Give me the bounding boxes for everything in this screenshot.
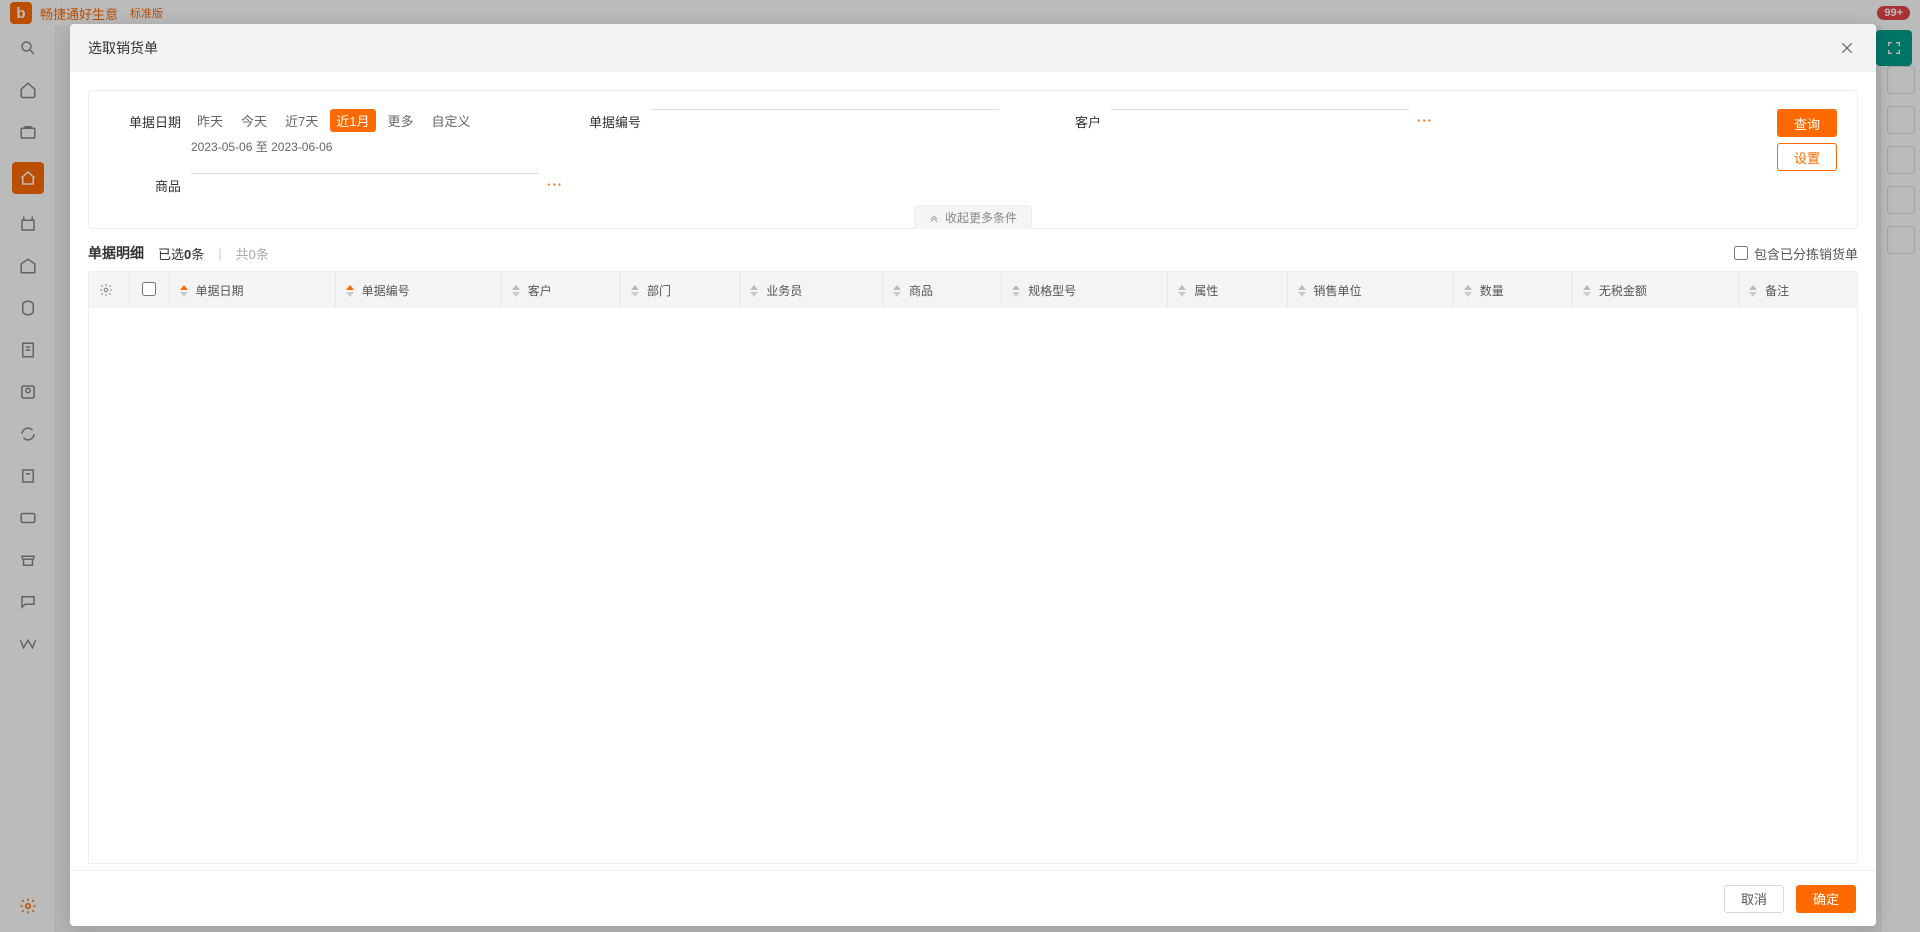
filter-actions: 查询 设置 — [1777, 109, 1837, 171]
col-header-4[interactable]: 业务员 — [740, 272, 883, 308]
select-all-header[interactable] — [129, 272, 169, 308]
col-header-11[interactable]: 备注 — [1739, 272, 1857, 308]
date-option-今天[interactable]: 今天 — [235, 109, 273, 132]
col-header-8[interactable]: 销售单位 — [1287, 272, 1453, 308]
modal-body: 单据日期 昨天今天近7天近1月更多自定义 2023-05-06 至 2023-0… — [70, 72, 1876, 870]
product-picker-icon[interactable]: ··· — [547, 177, 563, 192]
product-input[interactable]: ··· — [191, 173, 539, 174]
chevron-up-icon — [929, 213, 939, 223]
filter-customer: 客户 ··· — [1029, 109, 1409, 155]
include-split-checkbox[interactable] — [1734, 246, 1748, 260]
table-settings-header[interactable] — [89, 272, 129, 308]
filter-docno-label: 单据编号 — [569, 109, 641, 131]
col-header-1[interactable]: 单据编号 — [335, 272, 501, 308]
col-header-9[interactable]: 数量 — [1453, 272, 1572, 308]
docno-input[interactable] — [651, 109, 999, 110]
include-split-label: 包含已分拣销货单 — [1754, 244, 1858, 263]
filter-product: 商品 ··· — [109, 173, 539, 195]
col-header-2[interactable]: 客户 — [501, 272, 620, 308]
include-split-toggle[interactable]: 包含已分拣销货单 — [1734, 244, 1858, 263]
ok-button[interactable]: 确定 — [1796, 885, 1856, 913]
filter-docno: 单据编号 — [569, 109, 999, 155]
date-option-昨天[interactable]: 昨天 — [191, 109, 229, 132]
col-header-10[interactable]: 无税金额 — [1572, 272, 1738, 308]
date-option-近1月[interactable]: 近1月 — [330, 109, 375, 132]
customer-input[interactable]: ··· — [1111, 109, 1409, 110]
customer-picker-icon[interactable]: ··· — [1417, 113, 1433, 128]
col-header-5[interactable]: 商品 — [882, 272, 1001, 308]
filter-date-label: 单据日期 — [109, 109, 181, 131]
cancel-button[interactable]: 取消 — [1724, 885, 1784, 913]
date-option-自定义[interactable]: 自定义 — [426, 109, 477, 132]
date-separator: 至 — [256, 140, 268, 154]
filter-date: 单据日期 昨天今天近7天近1月更多自定义 2023-05-06 至 2023-0… — [109, 109, 539, 155]
table-wrap: 单据日期单据编号客户部门业务员商品规格型号属性销售单位数量无税金额备注 — [88, 271, 1858, 864]
select-all-checkbox[interactable] — [142, 282, 156, 296]
date-to: 2023-06-06 — [271, 140, 332, 154]
gear-icon — [99, 283, 113, 297]
date-option-近7天[interactable]: 近7天 — [279, 109, 324, 132]
col-header-0[interactable]: 单据日期 — [169, 272, 335, 308]
col-header-3[interactable]: 部门 — [621, 272, 740, 308]
col-header-7[interactable]: 属性 — [1168, 272, 1287, 308]
table-header-row: 单据日期单据编号客户部门业务员商品规格型号属性销售单位数量无税金额备注 — [89, 272, 1857, 308]
date-from: 2023-05-06 — [191, 140, 252, 154]
filter-customer-label: 客户 — [1029, 109, 1101, 131]
close-icon[interactable] — [1836, 37, 1858, 59]
results-table: 单据日期单据编号客户部门业务员商品规格型号属性销售单位数量无税金额备注 — [89, 272, 1857, 320]
filter-settings-button[interactable]: 设置 — [1777, 143, 1837, 171]
date-option-更多[interactable]: 更多 — [382, 109, 420, 132]
date-range: 2023-05-06 至 2023-06-06 — [191, 138, 539, 155]
filter-product-label: 商品 — [109, 173, 181, 195]
total-count: 共0条 — [236, 244, 269, 263]
modal-title: 选取销货单 — [88, 38, 158, 58]
collapse-filters-button[interactable]: 收起更多条件 — [914, 205, 1032, 229]
summary-title: 单据明细 — [88, 243, 144, 263]
selected-count: 已选0条 — [158, 244, 204, 263]
filter-card: 单据日期 昨天今天近7天近1月更多自定义 2023-05-06 至 2023-0… — [88, 90, 1858, 229]
modal-footer: 取消 确定 — [70, 870, 1876, 926]
collapse-label: 收起更多条件 — [945, 209, 1017, 226]
summary-row: 单据明细 已选0条 | 共0条 包含已分拣销货单 — [88, 243, 1858, 263]
date-options: 昨天今天近7天近1月更多自定义 — [191, 109, 539, 132]
select-sales-order-modal: 选取销货单 单据日期 昨天今天近7天近1月更多自定义 2023-05-06 至 … — [70, 24, 1876, 926]
query-button[interactable]: 查询 — [1777, 109, 1837, 137]
col-header-6[interactable]: 规格型号 — [1002, 272, 1168, 308]
modal-header: 选取销货单 — [70, 24, 1876, 72]
